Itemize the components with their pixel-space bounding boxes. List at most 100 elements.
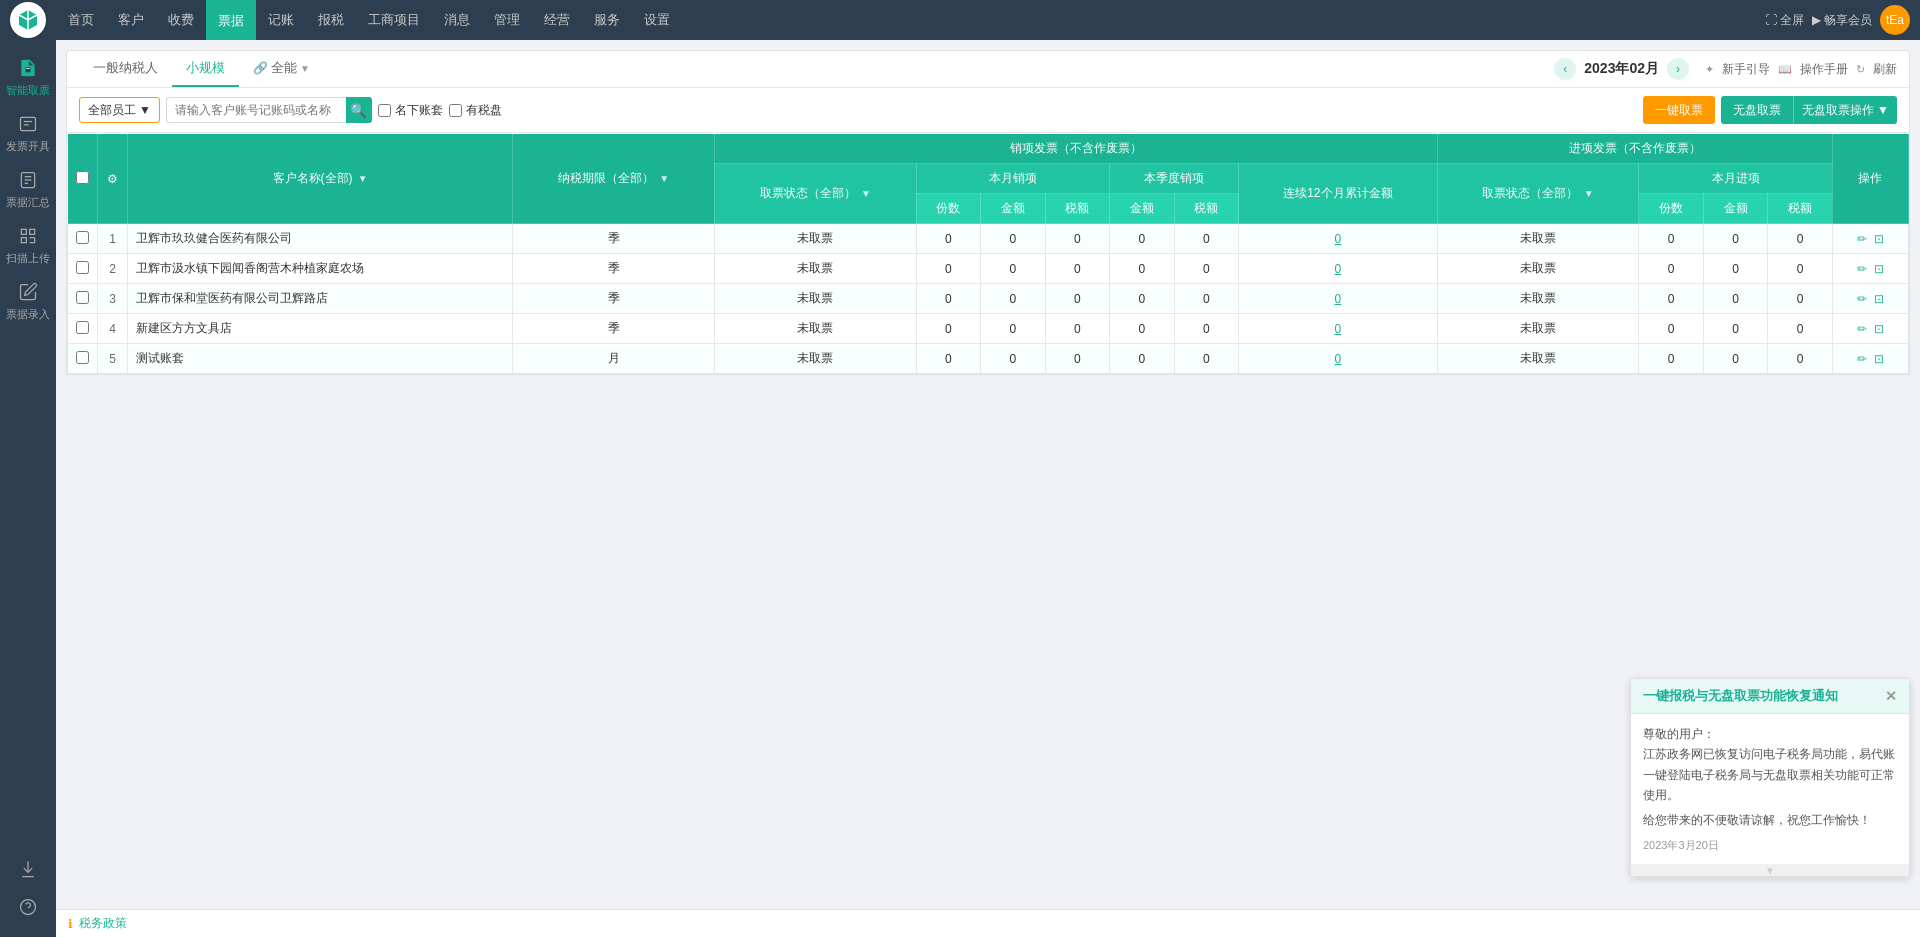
- has-tax-disk-checkbox[interactable]: [449, 104, 462, 117]
- settings-icon[interactable]: ⚙: [107, 172, 118, 186]
- entry-icon: [18, 282, 38, 304]
- employee-select[interactable]: 全部员工 ▼: [79, 97, 160, 123]
- row-period-cell: 季: [513, 314, 715, 344]
- row-purchase-month-tax: 0: [1768, 284, 1832, 314]
- edit-icon[interactable]: ✏: [1857, 262, 1867, 276]
- refresh-link[interactable]: 刷新: [1873, 61, 1897, 78]
- table-body: 1 卫辉市玖玖健合医药有限公司 季 未取票 0 0 0 0 0 0 未取票 0 …: [68, 224, 1909, 374]
- tab-all-capable[interactable]: 🔗 全能 ▼: [239, 51, 324, 87]
- nav-tax[interactable]: 报税: [306, 0, 356, 40]
- row-checkbox[interactable]: [76, 291, 89, 304]
- row-sales-month-amount: 0: [981, 224, 1045, 254]
- nav-manage[interactable]: 管理: [482, 0, 532, 40]
- status-bar: ℹ 税务政策: [56, 909, 1920, 937]
- manual-link[interactable]: 操作手册: [1800, 61, 1848, 78]
- row-sales-quarter-amount: 0: [1110, 284, 1174, 314]
- sidebar-item-entry[interactable]: 票据录入: [0, 274, 56, 330]
- nav-operation[interactable]: 经营: [532, 0, 582, 40]
- prev-period-button[interactable]: ‹: [1554, 58, 1576, 80]
- fullscreen-icon: ⛶: [1765, 13, 1777, 27]
- row-sales-cumulative[interactable]: 0: [1239, 314, 1438, 344]
- more-icon[interactable]: ⊡: [1874, 292, 1884, 306]
- sidebar-item-help[interactable]: [0, 889, 56, 927]
- one-key-fetch-button[interactable]: 一键取票: [1643, 96, 1715, 124]
- more-icon[interactable]: ⊡: [1874, 262, 1884, 276]
- no-disk-ops-dropdown[interactable]: 无盘取票操作 ▼: [1793, 96, 1897, 124]
- next-period-button[interactable]: ›: [1667, 58, 1689, 80]
- row-checkbox[interactable]: [76, 351, 89, 364]
- tab-and-nav-row: 一般纳税人 小规模 🔗 全能 ▼ ‹ 2023年02月 › ✦ 新手引导: [67, 51, 1909, 88]
- edit-icon[interactable]: ✏: [1857, 322, 1867, 336]
- nav-service[interactable]: 服务: [582, 0, 632, 40]
- scan-icon: [18, 226, 38, 248]
- sidebar-item-scan[interactable]: 扫描上传: [0, 218, 56, 274]
- nav-settings[interactable]: 设置: [632, 0, 682, 40]
- row-checkbox-cell: [68, 254, 98, 284]
- tab-small-scale[interactable]: 小规模: [172, 51, 239, 87]
- more-icon[interactable]: ⊡: [1874, 322, 1884, 336]
- purchase-fetch-filter-icon[interactable]: ▼: [1584, 188, 1594, 199]
- manual-icon: 📖: [1778, 63, 1792, 76]
- sub-account-checkbox[interactable]: [378, 104, 391, 117]
- more-icon[interactable]: ⊡: [1874, 232, 1884, 246]
- nav-fee[interactable]: 收费: [156, 0, 206, 40]
- row-sales-quarter-tax: 0: [1174, 314, 1238, 344]
- sidebar-item-invoice-open[interactable]: 发票开具: [0, 106, 56, 162]
- edit-icon[interactable]: ✏: [1857, 352, 1867, 366]
- app-logo: [10, 2, 46, 38]
- select-all-checkbox[interactable]: [76, 171, 89, 184]
- nav-business[interactable]: 工商项目: [356, 0, 432, 40]
- smart-fetch-icon: [18, 58, 38, 80]
- nav-accounting[interactable]: 记账: [256, 0, 306, 40]
- row-checkbox[interactable]: [76, 321, 89, 334]
- row-sales-fetch-status: 未取票: [714, 284, 916, 314]
- row-checkbox[interactable]: [76, 231, 89, 244]
- th-sales-quarter-tax: 税额: [1174, 194, 1238, 224]
- row-checkbox[interactable]: [76, 261, 89, 274]
- row-sales-month-amount: 0: [981, 284, 1045, 314]
- nav-message[interactable]: 消息: [432, 0, 482, 40]
- row-sales-cumulative[interactable]: 0: [1239, 344, 1438, 374]
- th-purchase-month-copies: 份数: [1639, 194, 1703, 224]
- row-sales-month-amount: 0: [981, 254, 1045, 284]
- fullscreen-button[interactable]: ⛶ 全屏: [1765, 12, 1804, 29]
- edit-icon[interactable]: ✏: [1857, 292, 1867, 306]
- nav-invoice[interactable]: 票据: [206, 0, 256, 40]
- sub-account-checkbox-label[interactable]: 名下账套: [378, 102, 443, 119]
- nav-client[interactable]: 客户: [106, 0, 156, 40]
- member-button[interactable]: ▶ 畅享会员: [1812, 12, 1872, 29]
- more-icon[interactable]: ⊡: [1874, 352, 1884, 366]
- search-button[interactable]: 🔍: [346, 97, 372, 123]
- row-purchase-month-copies: 0: [1639, 314, 1703, 344]
- nav-home[interactable]: 首页: [56, 0, 106, 40]
- no-disk-fetch-button[interactable]: 无盘取票: [1721, 96, 1793, 124]
- sales-fetch-filter-icon[interactable]: ▼: [861, 188, 871, 199]
- sidebar-item-summary[interactable]: 票据汇总: [0, 162, 56, 218]
- row-sales-cumulative[interactable]: 0: [1239, 224, 1438, 254]
- new-guide-link[interactable]: 新手引导: [1722, 61, 1770, 78]
- refresh-icon: ↻: [1856, 63, 1865, 76]
- row-purchase-month-amount: 0: [1703, 314, 1767, 344]
- period-filter-icon[interactable]: ▼: [659, 173, 669, 184]
- th-purchase-fetch-status: 取票状态（全部） ▼: [1437, 164, 1639, 224]
- tab-dropdown-icon: ▼: [300, 63, 310, 74]
- notification-close-button[interactable]: ✕: [1885, 688, 1897, 704]
- tab-general-taxpayer[interactable]: 一般纳税人: [79, 51, 172, 87]
- new-guide-icon: ✦: [1705, 63, 1714, 76]
- edit-icon[interactable]: ✏: [1857, 232, 1867, 246]
- user-avatar[interactable]: tEa: [1880, 5, 1910, 35]
- row-name-cell: 新建区方方文具店: [128, 314, 513, 344]
- search-input[interactable]: [166, 97, 346, 123]
- sidebar-item-smart-fetch[interactable]: 智能取票: [0, 50, 56, 106]
- has-tax-disk-checkbox-label[interactable]: 有税盘: [449, 102, 502, 119]
- row-sales-cumulative[interactable]: 0: [1239, 284, 1438, 314]
- row-sales-month-copies: 0: [916, 284, 980, 314]
- row-sales-cumulative[interactable]: 0: [1239, 254, 1438, 284]
- client-filter-icon[interactable]: ▼: [358, 173, 368, 184]
- sidebar-item-download[interactable]: [0, 851, 56, 889]
- notification-apology: 给您带来的不便敬请谅解，祝您工作愉快！: [1643, 810, 1897, 830]
- tax-policy-link[interactable]: 税务政策: [79, 915, 127, 932]
- table-row: 5 测试账套 月 未取票 0 0 0 0 0 0 未取票 0 0 0 ✏ ⊡: [68, 344, 1909, 374]
- nav-menu: 首页 客户 收费 票据 记账 报税 工商项目 消息 管理 经营 服务 设置: [56, 0, 1765, 40]
- th-operation: 操作: [1832, 134, 1908, 224]
